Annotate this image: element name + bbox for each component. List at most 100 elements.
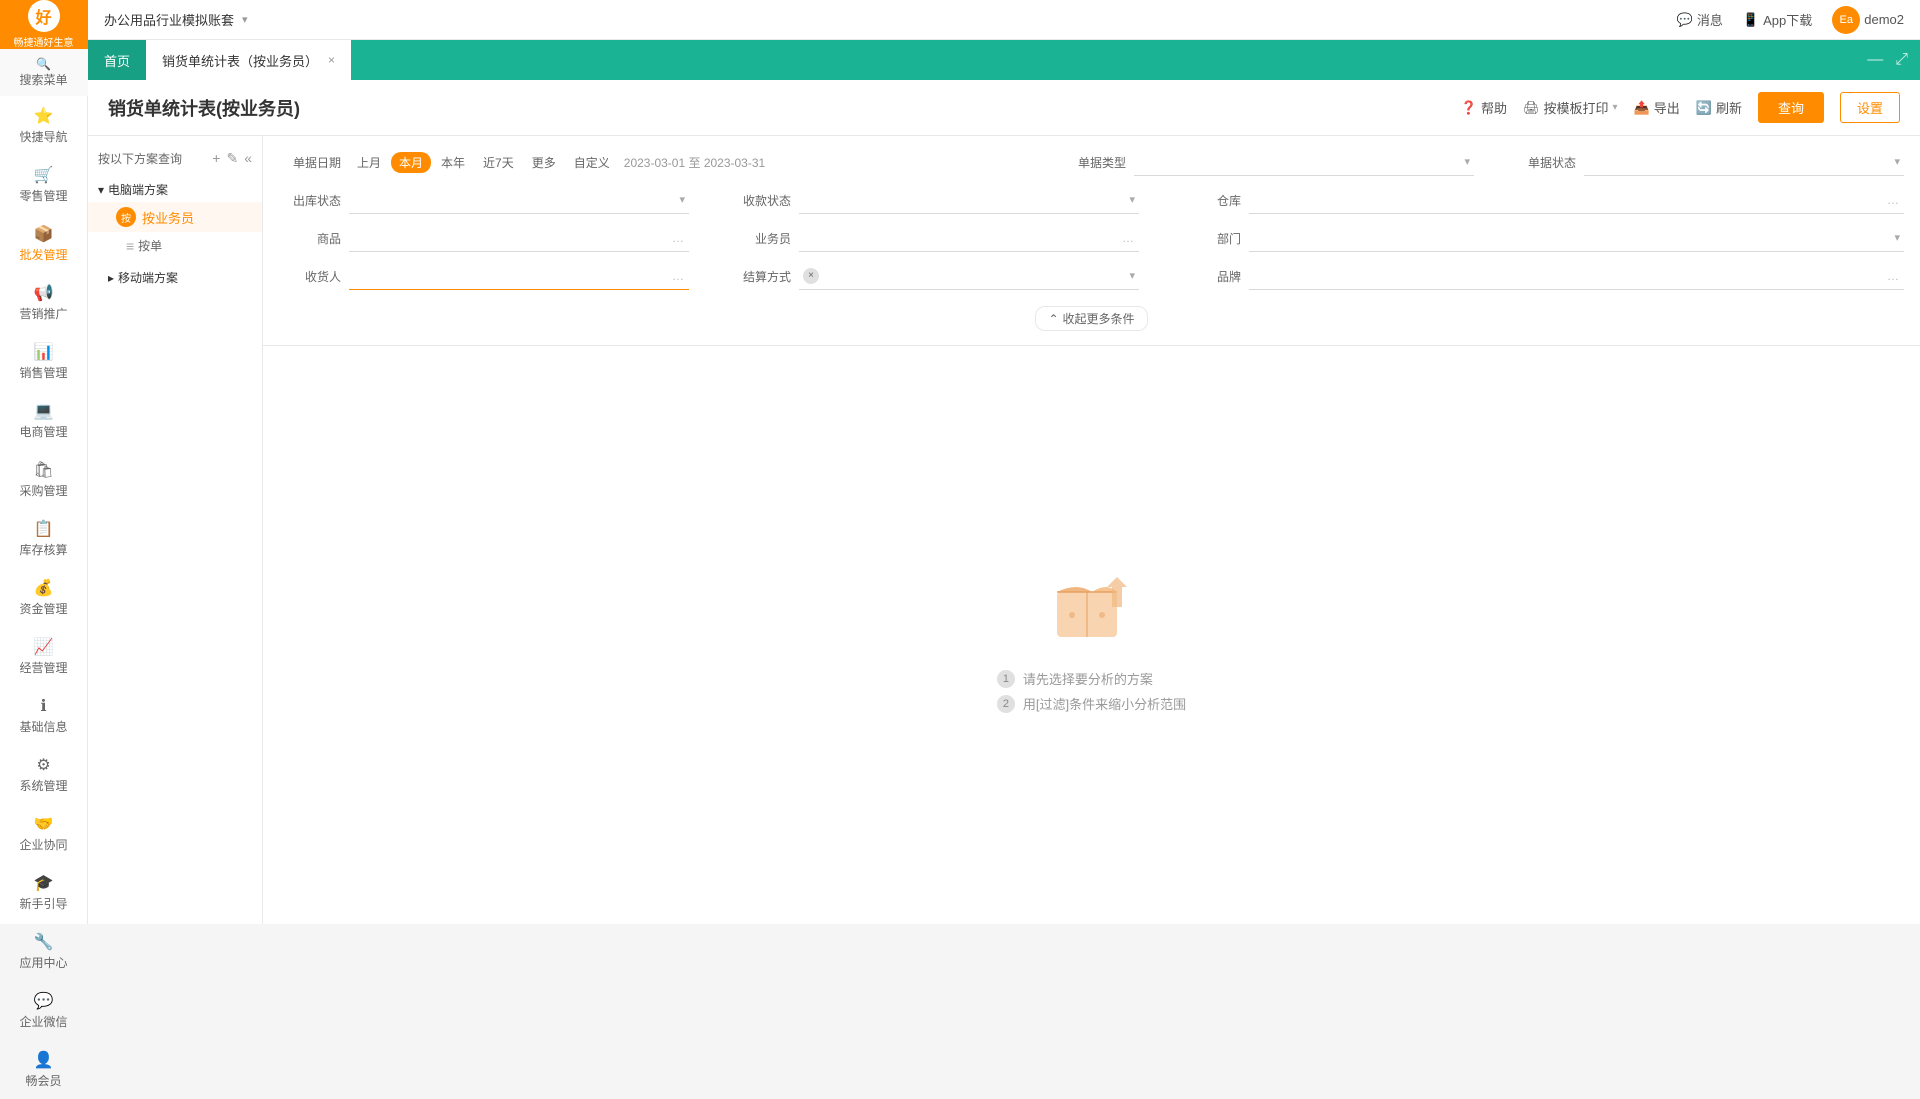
stock-status-input[interactable]: ▾ <box>349 186 689 214</box>
doc-status-input[interactable]: ▾ <box>1584 148 1904 176</box>
date-tab-more[interactable]: 更多 <box>524 152 564 173</box>
date-tab-custom[interactable]: 自定义 <box>566 152 618 173</box>
product-input[interactable]: … <box>349 224 689 252</box>
sidebar-item-label: 搜索菜单 <box>19 71 67 88</box>
sidebar-item-label: 应用中心 <box>19 954 67 971</box>
sidebar-item-label: 库存核算 <box>19 541 67 558</box>
brand-dots[interactable]: … <box>1887 269 1900 283</box>
tab-close-icon[interactable]: × <box>328 53 335 67</box>
product-dots[interactable]: … <box>672 231 685 245</box>
brand-input[interactable]: … <box>1249 262 1904 290</box>
empty-icon <box>1042 557 1142 657</box>
left-panel-header: 按以下方案查询 + ✎ « <box>88 146 262 171</box>
query-button[interactable]: 查询 <box>1758 92 1824 123</box>
app-download-button[interactable]: 📱 App下载 <box>1743 10 1812 29</box>
box-icon: 📦 <box>34 224 54 244</box>
sidebar-item-basic[interactable]: ℹ 基础信息 <box>0 686 88 745</box>
tree-group-mobile[interactable]: ▸ 移动端方案 <box>88 265 262 290</box>
sidebar-item-wechat[interactable]: 💬 企业微信 <box>0 981 88 1040</box>
sidebar-item-sales[interactable]: 📊 销售管理 <box>0 332 88 391</box>
warehouse-input[interactable]: … <box>1249 186 1904 214</box>
topbar-right: 💬 消息 📱 App下载 Ea demo2 <box>1677 6 1904 34</box>
hint-2-text: 用[过滤]条件来缩小分析范围 <box>1023 694 1186 713</box>
tree-group-desktop[interactable]: ▾ 电脑端方案 <box>88 177 262 202</box>
filter-row-3: 商品 … 业务员 … 部门 ▾ <box>279 224 1904 252</box>
sidebar-item-shortcut[interactable]: ⭐ 快捷导航 <box>0 96 88 155</box>
home-label: 首页 <box>104 51 130 70</box>
refresh-button[interactable]: 🔄 刷新 <box>1696 98 1742 117</box>
settle-input[interactable]: × ▾ <box>799 262 1139 290</box>
phone-icon: 📱 <box>1743 12 1759 28</box>
sidebar-item-inventory[interactable]: 📋 库存核算 <box>0 509 88 568</box>
sidebar-item-newbie[interactable]: 🎓 新手引导 <box>0 863 88 922</box>
megaphone-icon: 📢 <box>34 283 54 303</box>
settle-clear-button[interactable]: × <box>803 268 819 284</box>
date-tab-this-year[interactable]: 本年 <box>433 152 473 173</box>
sidebar-item-operations[interactable]: 📈 经营管理 <box>0 627 88 686</box>
help-button[interactable]: ❓ 帮助 <box>1461 98 1507 117</box>
laptop-icon: 💻 <box>34 401 54 421</box>
tree-item-salesman[interactable]: 按 按业务员 <box>88 202 262 232</box>
print-icon: 🖨 <box>1523 100 1540 116</box>
receipt-status-arrow: ▾ <box>1129 193 1135 206</box>
consignee-input[interactable]: … <box>349 262 689 290</box>
tree-subitem-order[interactable]: ≡ 按单 <box>88 232 262 259</box>
tab-active[interactable]: 销货单统计表（按业务员） × <box>146 40 351 80</box>
hint-2-num: 2 <box>997 695 1015 713</box>
user-menu[interactable]: Ea demo2 <box>1832 6 1904 34</box>
sidebar-item-search[interactable]: 🔍 搜索菜单 <box>0 49 88 96</box>
receipt-status-input[interactable]: ▾ <box>799 186 1139 214</box>
sidebar-item-appstore[interactable]: 🔧 应用中心 <box>0 922 88 981</box>
wrench-icon: 🔧 <box>34 932 54 952</box>
export-button[interactable]: 📤 导出 <box>1634 98 1680 117</box>
tabs-bar-right: — ⤢ <box>1863 40 1920 80</box>
consignee-dots[interactable]: … <box>672 269 685 283</box>
salesman-input[interactable]: … <box>799 224 1139 252</box>
dept-input[interactable]: ▾ <box>1249 224 1904 252</box>
print-button[interactable]: 🖨 按模板打印 ▾ <box>1523 98 1618 117</box>
date-tab-last-month[interactable]: 上月 <box>349 152 389 173</box>
product-label: 商品 <box>279 230 349 247</box>
message-button[interactable]: 💬 消息 <box>1677 10 1723 29</box>
dept-arrow: ▾ <box>1894 231 1900 244</box>
user-name: demo2 <box>1864 12 1904 27</box>
app-logo[interactable]: 好 畅捷通好生意 <box>0 0 88 49</box>
gear-icon: ⚙ <box>36 755 50 775</box>
topbar-dropdown-arrow[interactable]: ▾ <box>242 13 248 26</box>
salesman-dots[interactable]: … <box>1122 231 1135 245</box>
add-scheme-button[interactable]: + <box>212 150 220 167</box>
collapse-button[interactable]: ⌃ 收起更多条件 <box>1035 306 1147 331</box>
setting-button[interactable]: 设置 <box>1840 92 1900 123</box>
doc-type-input[interactable]: ▾ <box>1134 148 1474 176</box>
sidebar-item-purchase[interactable]: 🛍 采购管理 <box>0 450 88 509</box>
tab-restore-button[interactable]: ⤢ <box>1891 47 1912 73</box>
sidebar-item-label: 快捷导航 <box>19 128 67 145</box>
tab-minimize-button[interactable]: — <box>1863 47 1887 73</box>
tree-item-label: 按业务员 <box>142 208 194 227</box>
tree-group-mobile-label: 移动端方案 <box>118 269 178 286</box>
graduate-icon: 🎓 <box>34 873 54 893</box>
star-icon: ⭐ <box>34 106 54 126</box>
sidebar-item-member[interactable]: 👤 畅会员 <box>0 1040 88 1099</box>
sidebar-item-marketing[interactable]: 📢 营销推广 <box>0 273 88 332</box>
print-dropdown-arrow: ▾ <box>1613 102 1618 113</box>
page-title: 销货单统计表(按业务员) <box>108 95 300 133</box>
sidebar-item-finance[interactable]: 💰 资金管理 <box>0 568 88 627</box>
date-range-text: 2023-03-01 至 2023-03-31 <box>624 154 765 171</box>
brand-label: 品牌 <box>1179 268 1249 285</box>
tab-home[interactable]: 首页 <box>88 40 146 80</box>
edit-scheme-button[interactable]: ✎ <box>226 150 238 167</box>
date-tab-7days[interactable]: 近7天 <box>475 152 522 173</box>
stock-status-label: 出库状态 <box>279 192 349 209</box>
collapse-btn-label: 收起更多条件 <box>1063 310 1135 327</box>
active-tab-label: 销货单统计表（按业务员） <box>162 51 318 70</box>
sidebar-item-wholesale[interactable]: 📦 批发管理 <box>0 214 88 273</box>
warehouse-dots[interactable]: … <box>1887 193 1900 207</box>
sidebar-item-system[interactable]: ⚙ 系统管理 <box>0 745 88 804</box>
collapse-panel-button[interactable]: « <box>244 150 252 167</box>
sidebar-item-ecommerce[interactable]: 💻 电商管理 <box>0 391 88 450</box>
sidebar-item-retail[interactable]: 🛒 零售管理 <box>0 155 88 214</box>
date-tab-this-month[interactable]: 本月 <box>391 152 431 173</box>
sidebar-item-enterprise[interactable]: 🤝 企业协同 <box>0 804 88 863</box>
sidebar-item-label: 新手引导 <box>19 895 67 912</box>
